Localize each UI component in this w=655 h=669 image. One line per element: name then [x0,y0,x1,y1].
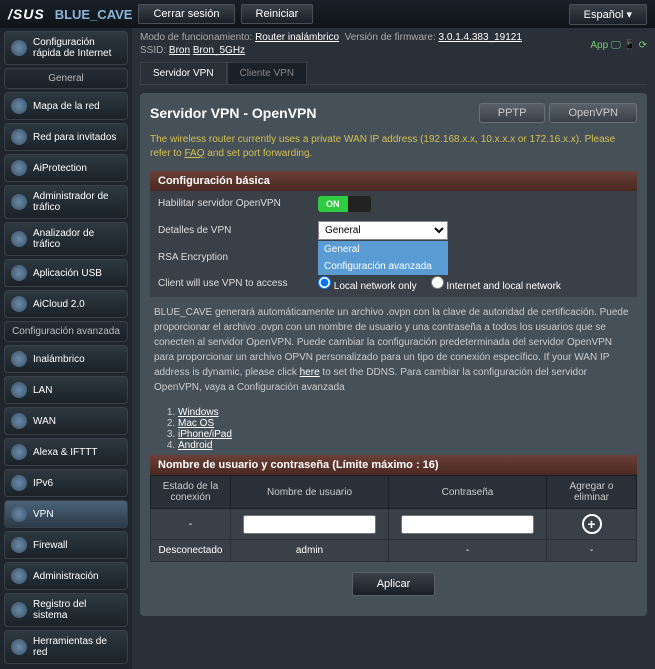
globe-icon [11,40,27,56]
sidebar-item-net-tools[interactable]: Herramientas de red [4,630,128,664]
col-action: Agregar o eliminar [547,476,637,509]
shield-icon [11,160,27,176]
table-row: Desconectado admin - - [151,540,637,562]
row-vpn-details: Detalles de VPN General General Configur… [150,217,637,245]
dropdown-option-general[interactable]: General [318,241,448,258]
username-cell: admin [231,540,389,562]
os-link-macos[interactable]: Mac OS [178,418,214,429]
model-name: BLUE_CAVE [55,7,133,22]
sidebar-item-aicloud[interactable]: AiCloud 2.0 [4,290,128,318]
top-bar: /SUS BLUE_CAVE Cerrar sesión Reiniciar E… [0,0,655,28]
lan-icon [11,382,27,398]
users-table: Estado de la conexión Nombre de usuario … [150,475,637,562]
password-input[interactable] [401,515,533,534]
pptp-button[interactable]: PPTP [479,103,546,123]
ddns-here-link[interactable]: here [300,367,320,378]
gauge-icon [11,194,27,210]
os-list: Windows Mac OS iPhone/iPad Android [150,403,637,455]
sidebar-item-admin[interactable]: Administración [4,562,128,590]
cloud-icon [11,296,27,312]
sidebar-item-wan[interactable]: WAN [4,407,128,435]
sidebar-item-syslog[interactable]: Registro del sistema [4,593,128,627]
wifi-icon [11,351,27,367]
basic-config-header: Configuración básica [150,171,637,191]
vpn-details-dropdown: General Configuración avanzada [318,241,448,275]
vpn-details-select[interactable]: General [318,221,448,240]
wan-warning: The wireless router currently uses a pri… [150,133,637,161]
apply-button[interactable]: Aplicar [352,572,436,596]
admin-icon [11,568,27,584]
sidebar-header-general: General [4,68,128,89]
action-cell: - [547,540,637,562]
table-row-new: - + [151,509,637,540]
radio-local-only[interactable]: Local network only [318,276,417,292]
language-select[interactable]: Español ▾ [569,4,647,25]
os-link-windows[interactable]: Windows [178,407,219,418]
vpn-icon [11,506,27,522]
openvpn-toggle[interactable]: ON [318,196,371,212]
radio-internet-local[interactable]: Internet and local network [431,276,561,292]
ssid-1-link[interactable]: Bron [169,45,190,56]
tab-vpn-client[interactable]: Cliente VPN [227,62,307,84]
guest-icon [11,129,27,145]
tools-icon [11,639,27,655]
sidebar-item-wireless[interactable]: Inalámbrico [4,345,128,373]
sidebar-item-aiprotection[interactable]: AiProtection [4,154,128,182]
os-link-android[interactable]: Android [178,440,212,451]
faq-link[interactable]: FAQ [184,148,204,159]
sidebar-item-usb-app[interactable]: Aplicación USB [4,259,128,287]
os-link-iphone[interactable]: iPhone/iPad [178,429,232,440]
username-input[interactable] [243,515,375,534]
app-icons[interactable]: App 🖵 📱 ⟳ [590,40,647,51]
ipv6-icon [11,475,27,491]
firmware-link[interactable]: 3.0.1.4.383_19121 [439,32,522,43]
map-icon [11,98,27,114]
tab-vpn-server[interactable]: Servidor VPN [140,62,227,84]
sidebar-item-alexa-ifttt[interactable]: Alexa & IFTTT [4,438,128,466]
vpn-tabs: Servidor VPN Cliente VPN [140,62,647,85]
add-user-button[interactable]: + [582,514,602,534]
col-password: Contraseña [389,476,547,509]
sidebar-item-traffic-manager[interactable]: Administrador de tráfico [4,185,128,219]
main-content: Modo de funcionamiento: Router inalámbri… [132,28,655,669]
quick-setup-button[interactable]: Configuración rápida de Internet [4,31,128,65]
logout-button[interactable]: Cerrar sesión [138,4,234,24]
usb-icon [11,265,27,281]
alexa-icon [11,444,27,460]
sidebar-item-guest-network[interactable]: Red para invitados [4,123,128,151]
col-username: Nombre de usuario [231,476,389,509]
ssid-2-link[interactable]: Bron_5GHz [193,45,245,56]
sidebar-item-vpn[interactable]: VPN [4,500,128,528]
sidebar: Configuración rápida de Internet General… [0,28,132,669]
sidebar-item-firewall[interactable]: Firewall [4,531,128,559]
password-cell: - [389,540,547,562]
wan-icon [11,413,27,429]
operation-mode-link[interactable]: Router inalámbrico [255,32,339,43]
reboot-button[interactable]: Reiniciar [241,4,314,24]
chart-icon [11,231,27,247]
page-title: Servidor VPN - OpenVPN [150,105,316,121]
dropdown-option-advanced[interactable]: Configuración avanzada [318,258,448,275]
description-text: BLUE_CAVE generará automáticamente un ar… [150,297,637,403]
sidebar-item-lan[interactable]: LAN [4,376,128,404]
firewall-icon [11,537,27,553]
sidebar-header-advanced: Configuración avanzada [4,321,128,342]
vpn-panel: Servidor VPN - OpenVPN PPTP OpenVPN The … [140,93,647,616]
row-enable-openvpn: Habilitar servidor OpenVPN ON [150,191,637,217]
status-cell: Desconectado [151,540,231,562]
log-icon [11,602,27,618]
openvpn-button[interactable]: OpenVPN [549,103,637,123]
col-status: Estado de la conexión [151,476,231,509]
sidebar-item-ipv6[interactable]: IPv6 [4,469,128,497]
users-header: Nombre de usuario y contraseña (Límite m… [150,455,637,475]
brand-logo: /SUS [8,6,45,22]
sidebar-item-traffic-analyzer[interactable]: Analizador de tráfico [4,222,128,256]
sidebar-item-network-map[interactable]: Mapa de la red [4,92,128,120]
